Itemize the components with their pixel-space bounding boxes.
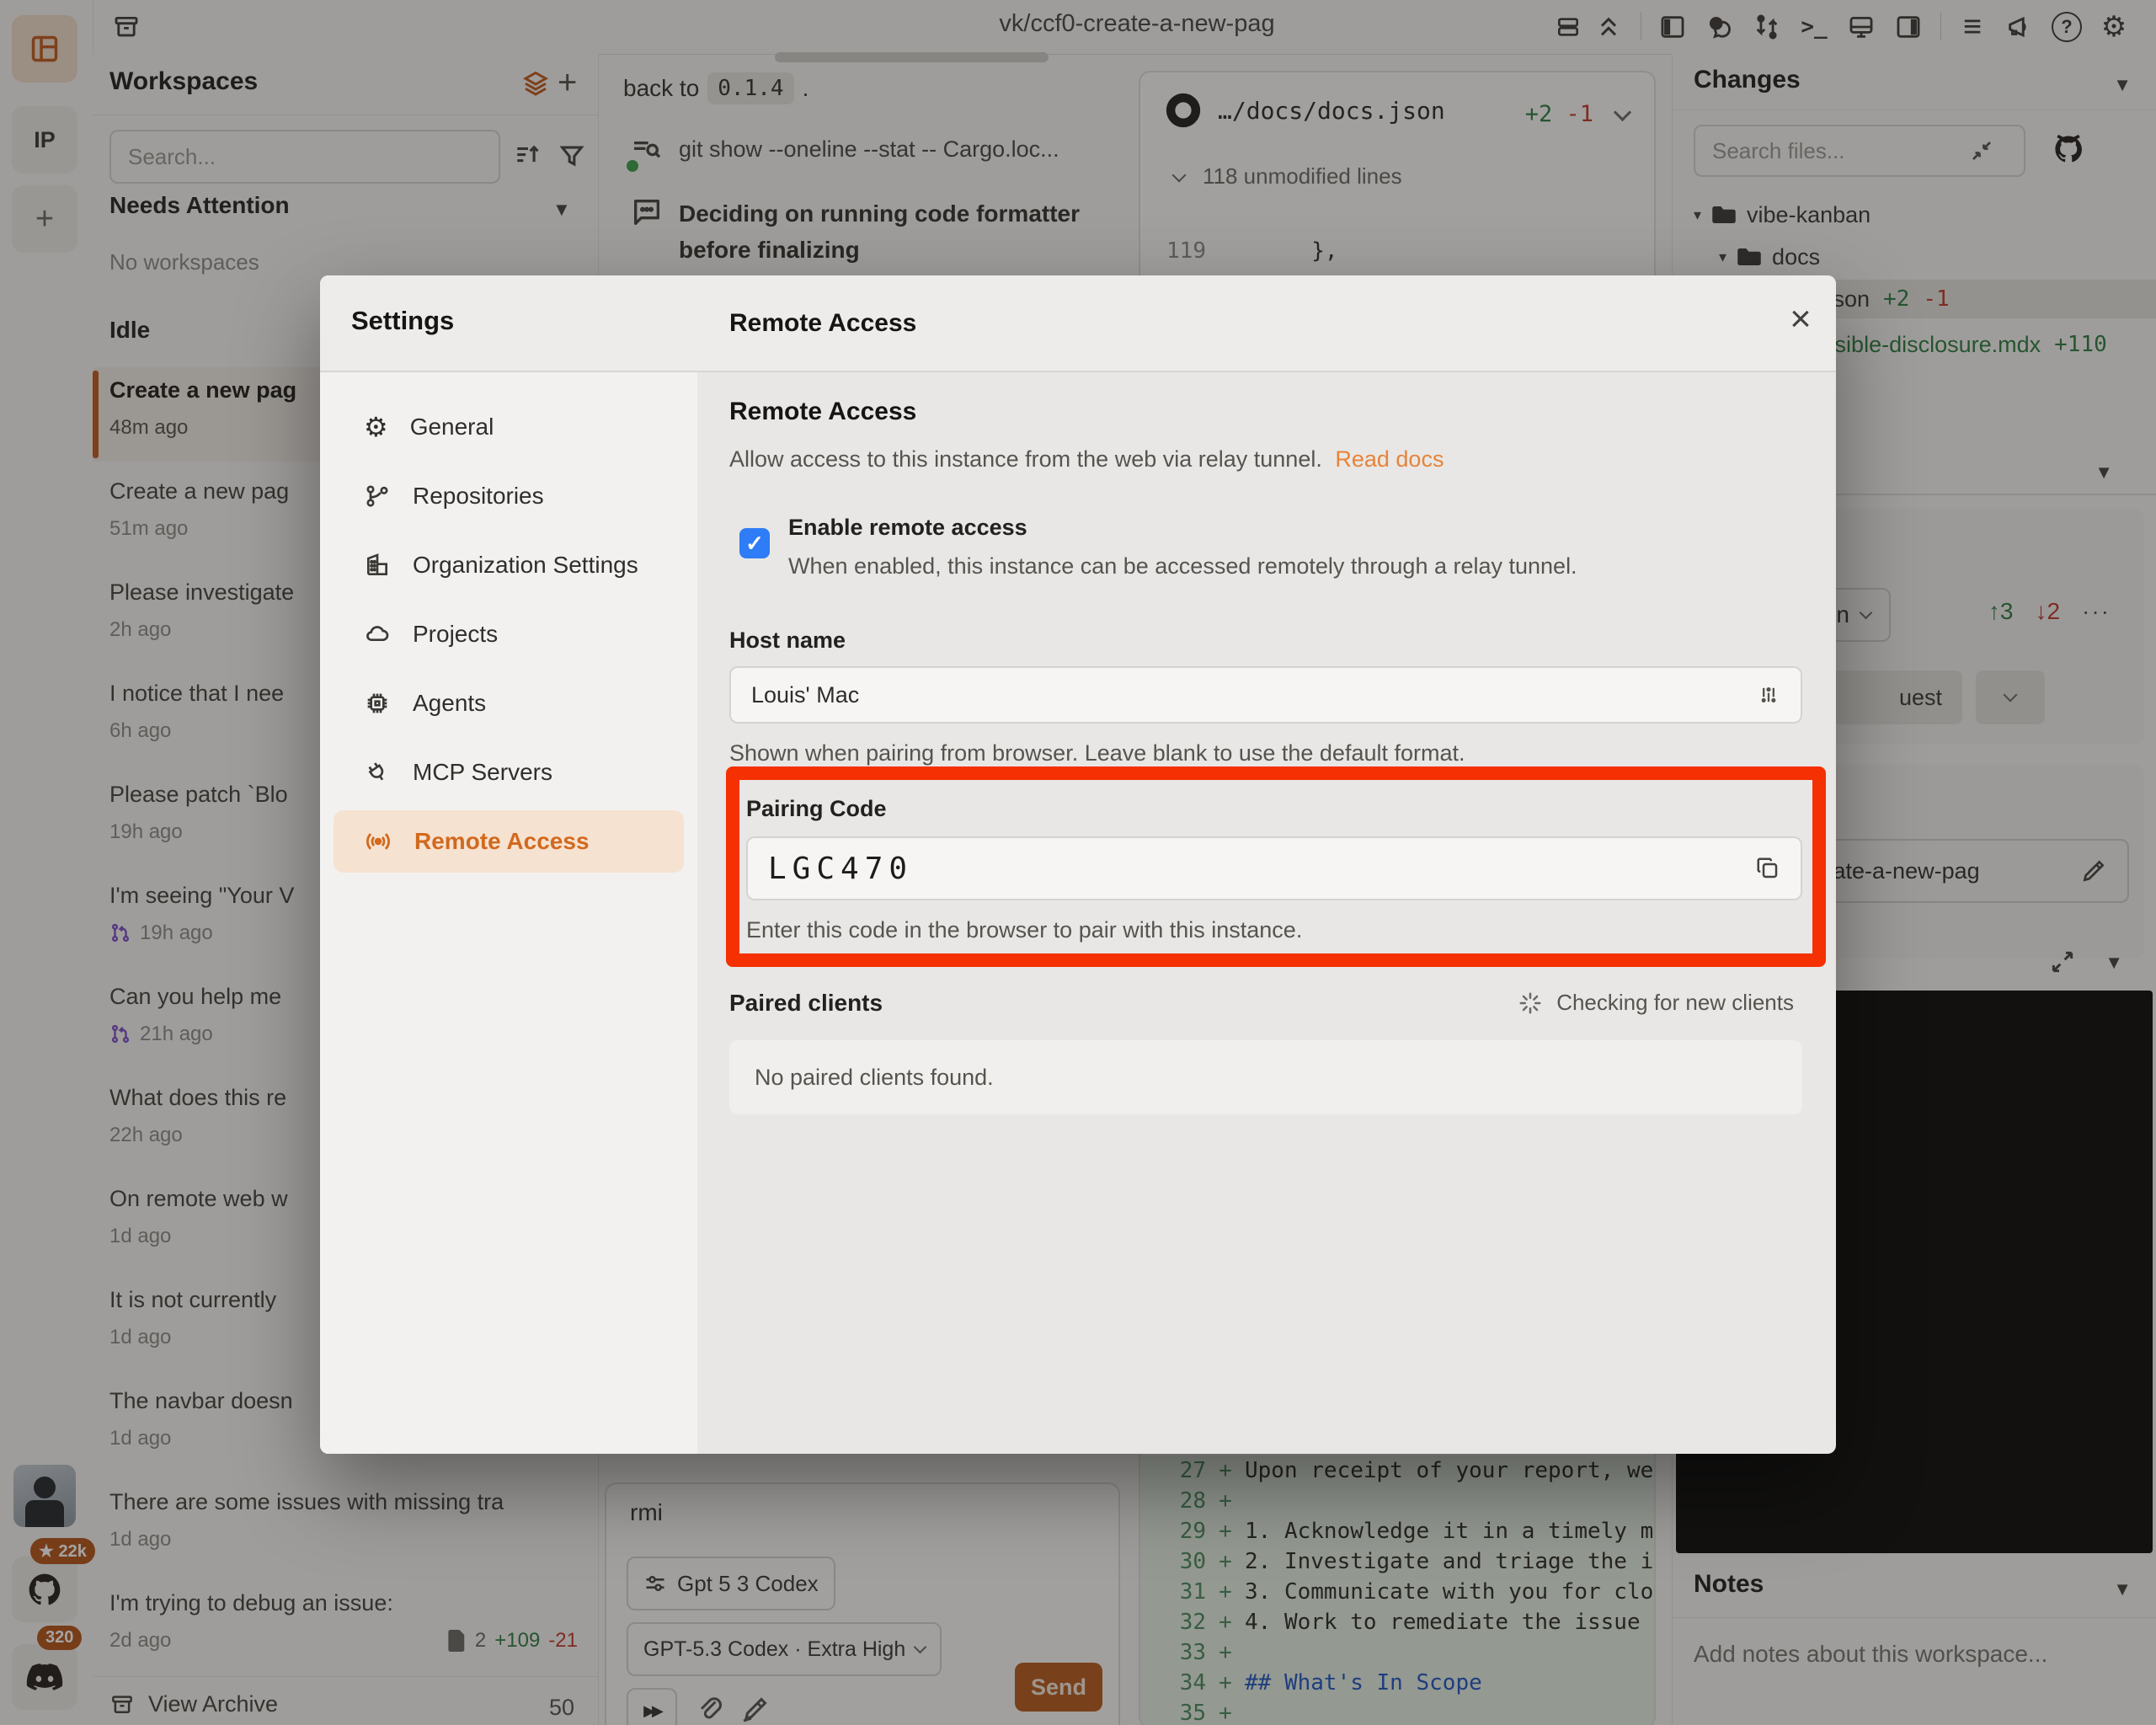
cloud-icon — [364, 621, 391, 648]
enable-remote-label[interactable]: Enable remote access — [788, 515, 1027, 541]
pairing-code-helper: Enter this code in the browser to pair w… — [746, 917, 1302, 943]
section-title: Remote Access — [729, 398, 916, 426]
settings-title: Settings — [351, 306, 454, 336]
nav-item-general[interactable]: ⚙ General — [334, 396, 684, 458]
nav-item-remote-access[interactable]: Remote Access — [334, 810, 684, 873]
broadcast-icon — [364, 827, 392, 856]
settings-modal: Settings Remote Access × ⚙ General Repos… — [320, 275, 1836, 1454]
gear-icon: ⚙ — [364, 411, 388, 443]
pairing-code-input[interactable]: LGC470 — [746, 836, 1802, 900]
building-icon — [364, 552, 391, 579]
nav-item-mcp-servers[interactable]: MCP Servers — [334, 741, 684, 804]
nav-item-organization[interactable]: Organization Settings — [334, 534, 684, 596]
paired-clients-empty: No paired clients found. — [729, 1040, 1802, 1114]
paired-clients-status: Checking for new clients — [1518, 990, 1794, 1016]
section-description: Allow access to this instance from the w… — [729, 446, 1444, 473]
close-icon[interactable]: × — [1777, 296, 1824, 343]
enable-remote-description: When enabled, this instance can be acces… — [788, 553, 1577, 579]
cpu-icon — [364, 690, 391, 717]
modal-header — [320, 275, 1836, 372]
read-docs-link[interactable]: Read docs — [1335, 446, 1444, 472]
nav-item-projects[interactable]: Projects — [334, 603, 684, 665]
host-name-label: Host name — [729, 628, 846, 654]
host-name-input[interactable]: Louis' Mac — [729, 666, 1802, 724]
nav-item-repositories[interactable]: Repositories — [334, 465, 684, 527]
nav-item-agents[interactable]: Agents — [334, 672, 684, 734]
randomize-icon[interactable] — [1757, 683, 1780, 707]
host-name-helper: Shown when pairing from browser. Leave b… — [729, 740, 1465, 766]
spinner-icon — [1518, 991, 1543, 1016]
pairing-code-label: Pairing Code — [746, 796, 887, 822]
copy-icon[interactable] — [1755, 856, 1780, 881]
modal-panel-title: Remote Access — [729, 309, 916, 338]
plug-icon — [364, 759, 391, 786]
app-window: vk/ccf0-create-a-new-pag >_ ≡ — [0, 0, 2156, 1725]
paired-clients-label: Paired clients — [729, 990, 883, 1017]
git-branch-icon — [364, 483, 391, 510]
enable-remote-checkbox[interactable]: ✓ — [739, 528, 770, 558]
